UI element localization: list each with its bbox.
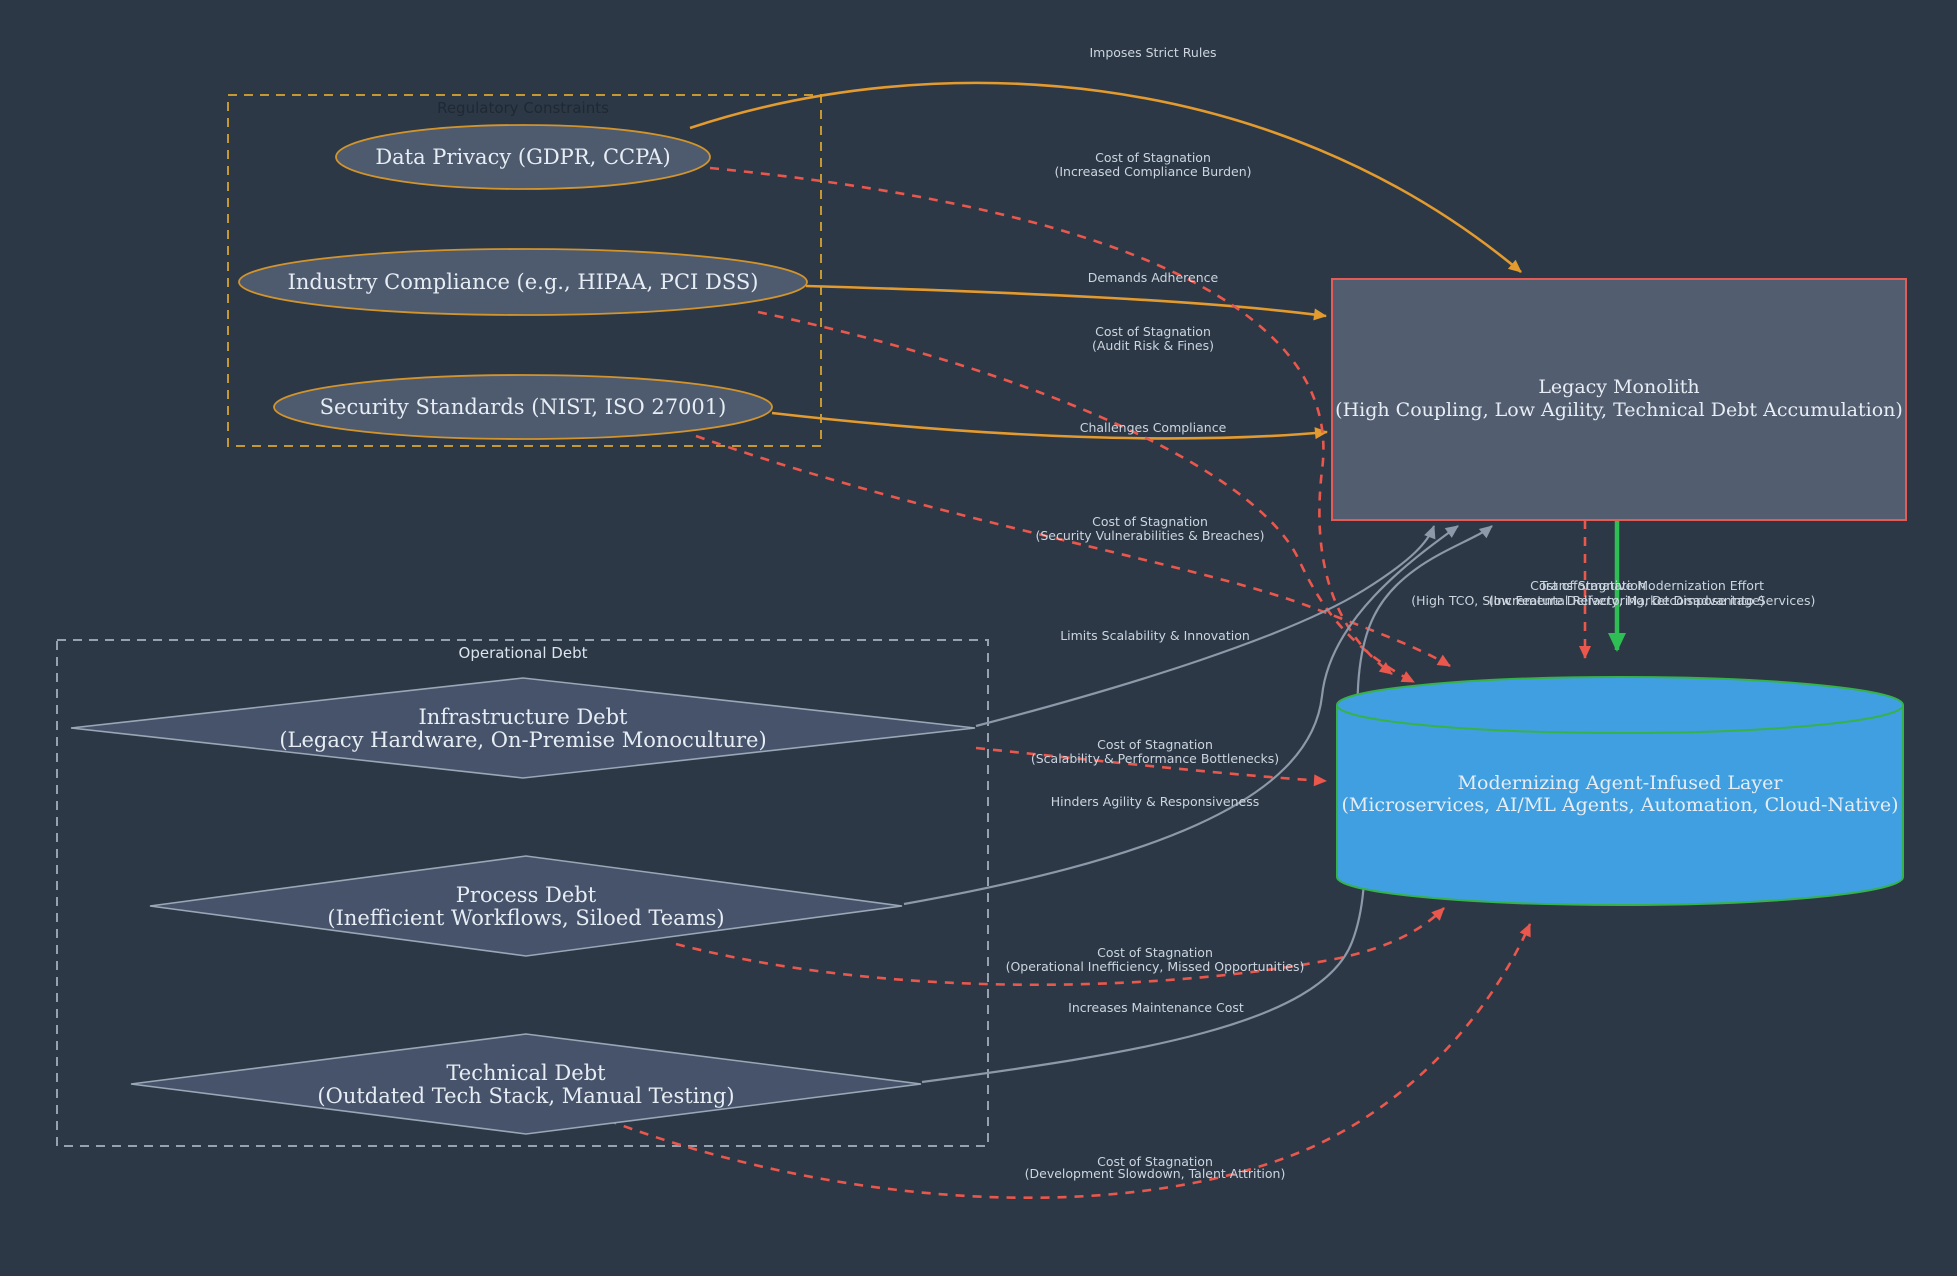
node-infrastructure-debt-label-2: (Legacy Hardware, On-Premise Monoculture… — [279, 728, 766, 752]
node-technical-debt: Technical Debt (Outdated Tech Stack, Man… — [130, 1033, 922, 1135]
node-legacy-monolith: Legacy Monolith (High Coupling, Low Agil… — [1331, 278, 1907, 521]
node-technical-debt-label-2: (Outdated Tech Stack, Manual Testing) — [317, 1084, 734, 1108]
flowchart-svg: Regulatory Constraints Operational Debt … — [56, 45, 1907, 1199]
node-technical-debt-label-1: Technical Debt — [446, 1061, 606, 1085]
node-legacy-monolith-label-2: (High Coupling, Low Agility, Technical D… — [1335, 399, 1903, 421]
edge-label-cost-privacy-2: (Increased Compliance Burden) — [1054, 164, 1251, 179]
edge-label-transformation-2: (Incremental Refactoring, Decompose into… — [1489, 593, 1816, 608]
edge-label-cost-operational-2: (Operational Inefficiency, Missed Opport… — [1006, 959, 1305, 974]
edge-label-cost-audit-2: (Audit Risk & Fines) — [1092, 338, 1214, 353]
node-infrastructure-debt-label-1: Infrastructure Debt — [419, 705, 629, 729]
edge-cost-privacy — [709, 166, 1393, 676]
node-process-debt-label-2: (Inefficient Workflows, Siloed Teams) — [327, 906, 724, 930]
edge-label-cost-security-2: (Security Vulnerabilities & Breaches) — [1036, 528, 1265, 543]
edge-demands-adherence — [805, 284, 1327, 321]
edge-label-cost-security-1: Cost of Stagnation — [1092, 514, 1208, 529]
node-modernizing-layer-label-1: Modernizing Agent-Infused Layer — [1458, 772, 1784, 794]
node-security-standards: Security Standards (NIST, ISO 27001) — [273, 374, 773, 440]
edge-challenges-compliance — [771, 411, 1328, 440]
edge-label-imposes: Imposes Strict Rules — [1089, 45, 1216, 60]
node-data-privacy: Data Privacy (GDPR, CCPA) — [335, 124, 711, 190]
edge-label-transformation-1: Transformative Modernization Effort — [1539, 578, 1764, 593]
edge-label-cost-audit-1: Cost of Stagnation — [1095, 324, 1211, 339]
node-legacy-monolith-label-1: Legacy Monolith — [1538, 376, 1699, 398]
node-industry-compliance-label: Industry Compliance (e.g., HIPAA, PCI DS… — [288, 270, 759, 294]
edge-label-demands: Demands Adherence — [1088, 270, 1219, 285]
edge-label-cost-development-2: (Development Slowdown, Talent Attrition) — [1025, 1166, 1286, 1181]
edge-label-hinders: Hinders Agility & Responsiveness — [1051, 794, 1259, 809]
node-security-standards-label: Security Standards (NIST, ISO 27001) — [320, 395, 727, 419]
node-data-privacy-label: Data Privacy (GDPR, CCPA) — [375, 145, 670, 169]
edge-label-cost-scalability-2: (Scalability & Performance Bottlenecks) — [1031, 751, 1279, 766]
node-industry-compliance: Industry Compliance (e.g., HIPAA, PCI DS… — [238, 248, 808, 316]
node-modernizing-layer-label-2: (Microservices, AI/ML Agents, Automation… — [1341, 794, 1898, 816]
node-infrastructure-debt: Infrastructure Debt (Legacy Hardware, On… — [70, 677, 976, 779]
node-process-debt: Process Debt (Inefficient Workflows, Sil… — [149, 855, 903, 957]
node-process-debt-label-1: Process Debt — [456, 883, 597, 907]
edge-label-cost-operational-1: Cost of Stagnation — [1097, 945, 1213, 960]
cluster-regulatory-title: Regulatory Constraints — [437, 99, 609, 117]
node-modernizing-layer: Modernizing Agent-Infused Layer (Microse… — [1336, 676, 1904, 906]
edge-cost-audit — [757, 310, 1415, 684]
edge-label-limits: Limits Scalability & Innovation — [1060, 628, 1250, 643]
edge-label-cost-privacy-1: Cost of Stagnation — [1095, 150, 1211, 165]
edge-label-cost-scalability-1: Cost of Stagnation — [1097, 737, 1213, 752]
edge-label-increases: Increases Maintenance Cost — [1068, 1000, 1244, 1015]
cluster-operational-title: Operational Debt — [459, 644, 588, 662]
edge-label-challenges: Challenges Compliance — [1080, 420, 1227, 435]
diagram-canvas: Regulatory Constraints Operational Debt … — [0, 0, 1957, 1276]
